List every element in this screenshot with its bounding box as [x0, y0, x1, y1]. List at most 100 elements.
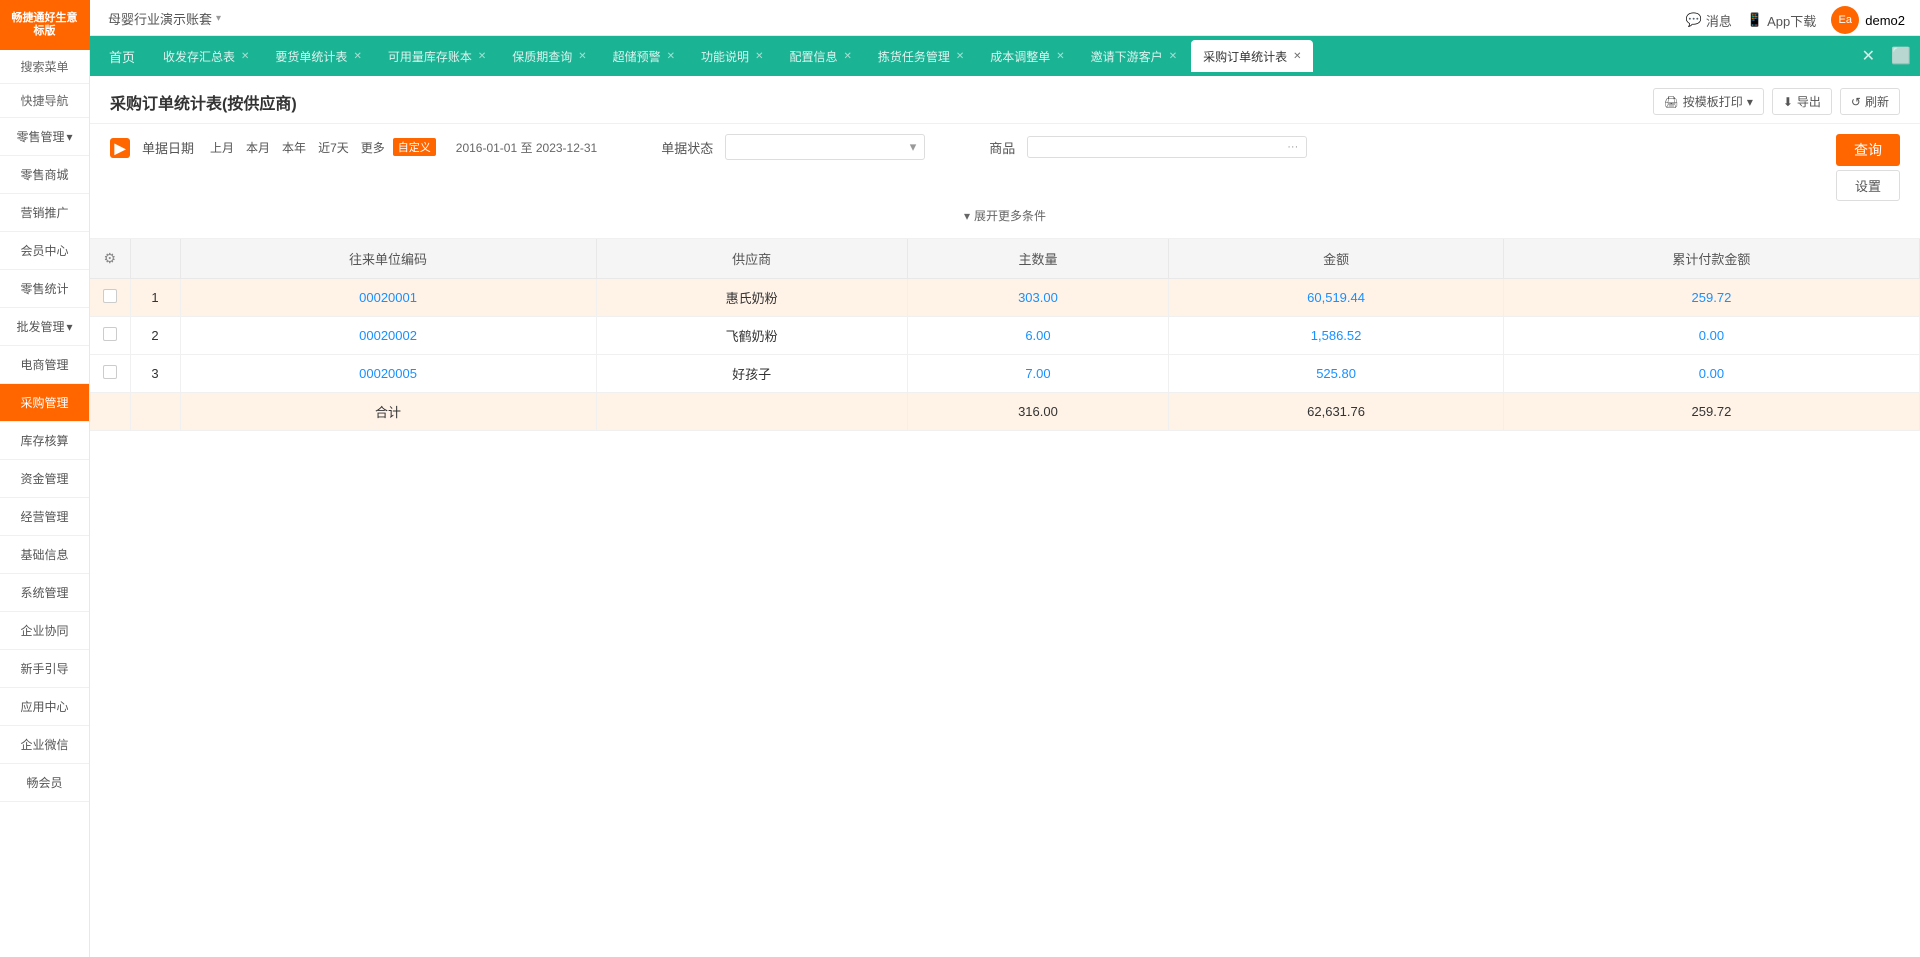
- tab-baozhi-close-icon[interactable]: ✕: [578, 51, 586, 62]
- row-paid-1[interactable]: 0.00: [1503, 317, 1919, 355]
- sidebar-item-member[interactable]: 会员中心: [0, 232, 89, 270]
- th-settings[interactable]: ⚙: [90, 239, 130, 279]
- user-area[interactable]: Ea demo2: [1831, 6, 1905, 34]
- column-settings-icon[interactable]: ⚙: [103, 250, 116, 267]
- tab-shoufacun-close-icon[interactable]: ✕: [241, 51, 249, 62]
- goods-filter-input[interactable]: ···: [1027, 136, 1307, 158]
- sidebar-item-ecommerce[interactable]: 电商管理: [0, 346, 89, 384]
- sidebar-item-new-guide-label: 新手引导: [20, 660, 68, 677]
- tab-yaohuo-close-icon[interactable]: ✕: [353, 51, 361, 62]
- sidebar-item-enterprise[interactable]: 企业协同: [0, 612, 89, 650]
- sidebar-item-operations[interactable]: 经营管理: [0, 498, 89, 536]
- checkbox-icon[interactable]: [103, 289, 117, 303]
- date-shortcut-last-month[interactable]: 上月: [206, 137, 238, 158]
- sidebar-item-retail-label: 零售管理: [16, 128, 64, 145]
- template-print-label: 按模板打印: [1683, 93, 1743, 110]
- tab-chengben-close-icon[interactable]: ✕: [1056, 51, 1064, 62]
- tab-gongneng[interactable]: 功能说明 ✕: [689, 40, 775, 72]
- tab-chaochuyujing[interactable]: 超储预警 ✕: [601, 40, 687, 72]
- tab-maximize-icon[interactable]: ⬜: [1887, 42, 1915, 70]
- export-label: 导出: [1797, 93, 1821, 110]
- sidebar-search[interactable]: 搜索菜单: [0, 50, 89, 84]
- tab-close-all-icon[interactable]: ✕: [1858, 42, 1879, 70]
- date-shortcut-7days[interactable]: 近7天: [314, 137, 353, 158]
- footer-empty-supplier: [596, 393, 907, 431]
- tab-peizhi[interactable]: 配置信息 ✕: [777, 40, 863, 72]
- sidebar-item-finance[interactable]: 资金管理: [0, 460, 89, 498]
- row-qty-1[interactable]: 6.00: [907, 317, 1169, 355]
- tab-yaohuo[interactable]: 要货单统计表 ✕: [263, 40, 373, 72]
- row-check-2[interactable]: [90, 355, 130, 393]
- tab-gongneng-close-icon[interactable]: ✕: [755, 51, 763, 62]
- row-check-1[interactable]: [90, 317, 130, 355]
- row-unit-code-1[interactable]: 00020002: [180, 317, 596, 355]
- sidebar-quick-nav[interactable]: 快捷导航: [0, 84, 89, 118]
- tab-jianhuo[interactable]: 拣货任务管理 ✕: [866, 40, 976, 72]
- tab-chengben[interactable]: 成本调整单 ✕: [978, 40, 1076, 72]
- sidebar-item-inventory[interactable]: 库存核算: [0, 422, 89, 460]
- tab-keyongliang[interactable]: 可用量库存账本 ✕: [376, 40, 498, 72]
- row-paid-2[interactable]: 0.00: [1503, 355, 1919, 393]
- date-separator: 至: [521, 141, 536, 155]
- sidebar-item-purchase[interactable]: 采购管理: [0, 384, 89, 422]
- sidebar-item-app-center[interactable]: 应用中心: [0, 688, 89, 726]
- sidebar-item-retail-stats[interactable]: 零售统计: [0, 270, 89, 308]
- status-select[interactable]: ▾: [725, 134, 925, 160]
- date-shortcut-more[interactable]: 更多: [357, 137, 389, 158]
- row-paid-0[interactable]: 259.72: [1503, 279, 1919, 317]
- app-download-btn[interactable]: 📱 App下载: [1747, 11, 1816, 30]
- sidebar-item-marketing[interactable]: 营销推广: [0, 194, 89, 232]
- sidebar-item-retail-store[interactable]: 零售商城: [0, 156, 89, 194]
- sidebar-item-inventory-label: 库存核算: [20, 432, 68, 449]
- row-qty-0[interactable]: 303.00: [907, 279, 1169, 317]
- tab-baozhi[interactable]: 保质期查询 ✕: [500, 40, 598, 72]
- tab-jianhuo-label: 拣货任务管理: [878, 48, 950, 65]
- checkbox-icon[interactable]: [103, 365, 117, 379]
- tab-purchase-stats-label: 采购订单统计表: [1203, 48, 1287, 65]
- row-unit-code-2[interactable]: 00020005: [180, 355, 596, 393]
- template-print-button[interactable]: 🖨 按模板打印 ▾: [1653, 88, 1764, 115]
- expand-filter-toggle[interactable]: ▶: [110, 138, 130, 158]
- tab-shoufacun[interactable]: 收发存汇总表 ✕: [151, 40, 261, 72]
- sidebar-item-wholesale[interactable]: 批发管理 ▾: [0, 308, 89, 346]
- footer-paid: 259.72: [1503, 393, 1919, 431]
- tab-yaoqing-close-icon[interactable]: ✕: [1169, 51, 1177, 62]
- date-shortcut-this-month[interactable]: 本月: [242, 137, 274, 158]
- date-custom-tag[interactable]: 自定义: [393, 138, 436, 156]
- workspace-selector[interactable]: 母婴行业演示账套 ▾: [100, 9, 229, 28]
- refresh-button[interactable]: ↺ 刷新: [1840, 88, 1900, 115]
- row-qty-2[interactable]: 7.00: [907, 355, 1169, 393]
- tab-yaoqing[interactable]: 邀请下游客户 ✕: [1079, 40, 1189, 72]
- expand-more-label: 展开更多条件: [974, 207, 1046, 224]
- row-amount-1[interactable]: 1,586.52: [1169, 317, 1504, 355]
- sidebar-item-member2[interactable]: 畅会员: [0, 764, 89, 802]
- row-amount-2[interactable]: 525.80: [1169, 355, 1504, 393]
- sidebar-item-retail[interactable]: 零售管理 ▾: [0, 118, 89, 156]
- tab-purchase-stats[interactable]: 采购订单统计表 ✕: [1191, 40, 1313, 72]
- sidebar-item-wechat-label: 企业微信: [20, 736, 68, 753]
- date-shortcut-this-year[interactable]: 本年: [278, 137, 310, 158]
- sidebar-item-new-guide[interactable]: 新手引导: [0, 650, 89, 688]
- checkbox-icon[interactable]: [103, 327, 117, 341]
- sidebar-item-wechat[interactable]: 企业微信: [0, 726, 89, 764]
- tab-purchase-stats-close-icon[interactable]: ✕: [1293, 51, 1301, 62]
- sidebar-item-operations-label: 经营管理: [20, 508, 68, 525]
- sidebar-item-basic[interactable]: 基础信息: [0, 536, 89, 574]
- avatar: Ea: [1831, 6, 1859, 34]
- message-btn[interactable]: 💬 消息: [1686, 11, 1732, 30]
- row-unit-code-0[interactable]: 00020001: [180, 279, 596, 317]
- expand-more-conditions[interactable]: ▾ 展开更多条件: [110, 207, 1900, 224]
- tab-jianhuo-close-icon[interactable]: ✕: [956, 51, 964, 62]
- tab-home[interactable]: 首页: [95, 40, 149, 72]
- tab-keyongliang-close-icon[interactable]: ✕: [478, 51, 486, 62]
- sidebar-item-system[interactable]: 系统管理: [0, 574, 89, 612]
- header-right: 💬 消息 📱 App下载 Ea demo2: [1686, 6, 1905, 34]
- settings-button[interactable]: 设置: [1836, 170, 1900, 201]
- query-button[interactable]: 查询: [1836, 134, 1900, 166]
- row-amount-0[interactable]: 60,519.44: [1169, 279, 1504, 317]
- tab-chaochuyujing-close-icon[interactable]: ✕: [667, 51, 675, 62]
- row-check-0[interactable]: [90, 279, 130, 317]
- row-supplier-1: 飞鹤奶粉: [596, 317, 907, 355]
- tab-peizhi-close-icon[interactable]: ✕: [843, 51, 851, 62]
- export-button[interactable]: ⬇ 导出: [1772, 88, 1832, 115]
